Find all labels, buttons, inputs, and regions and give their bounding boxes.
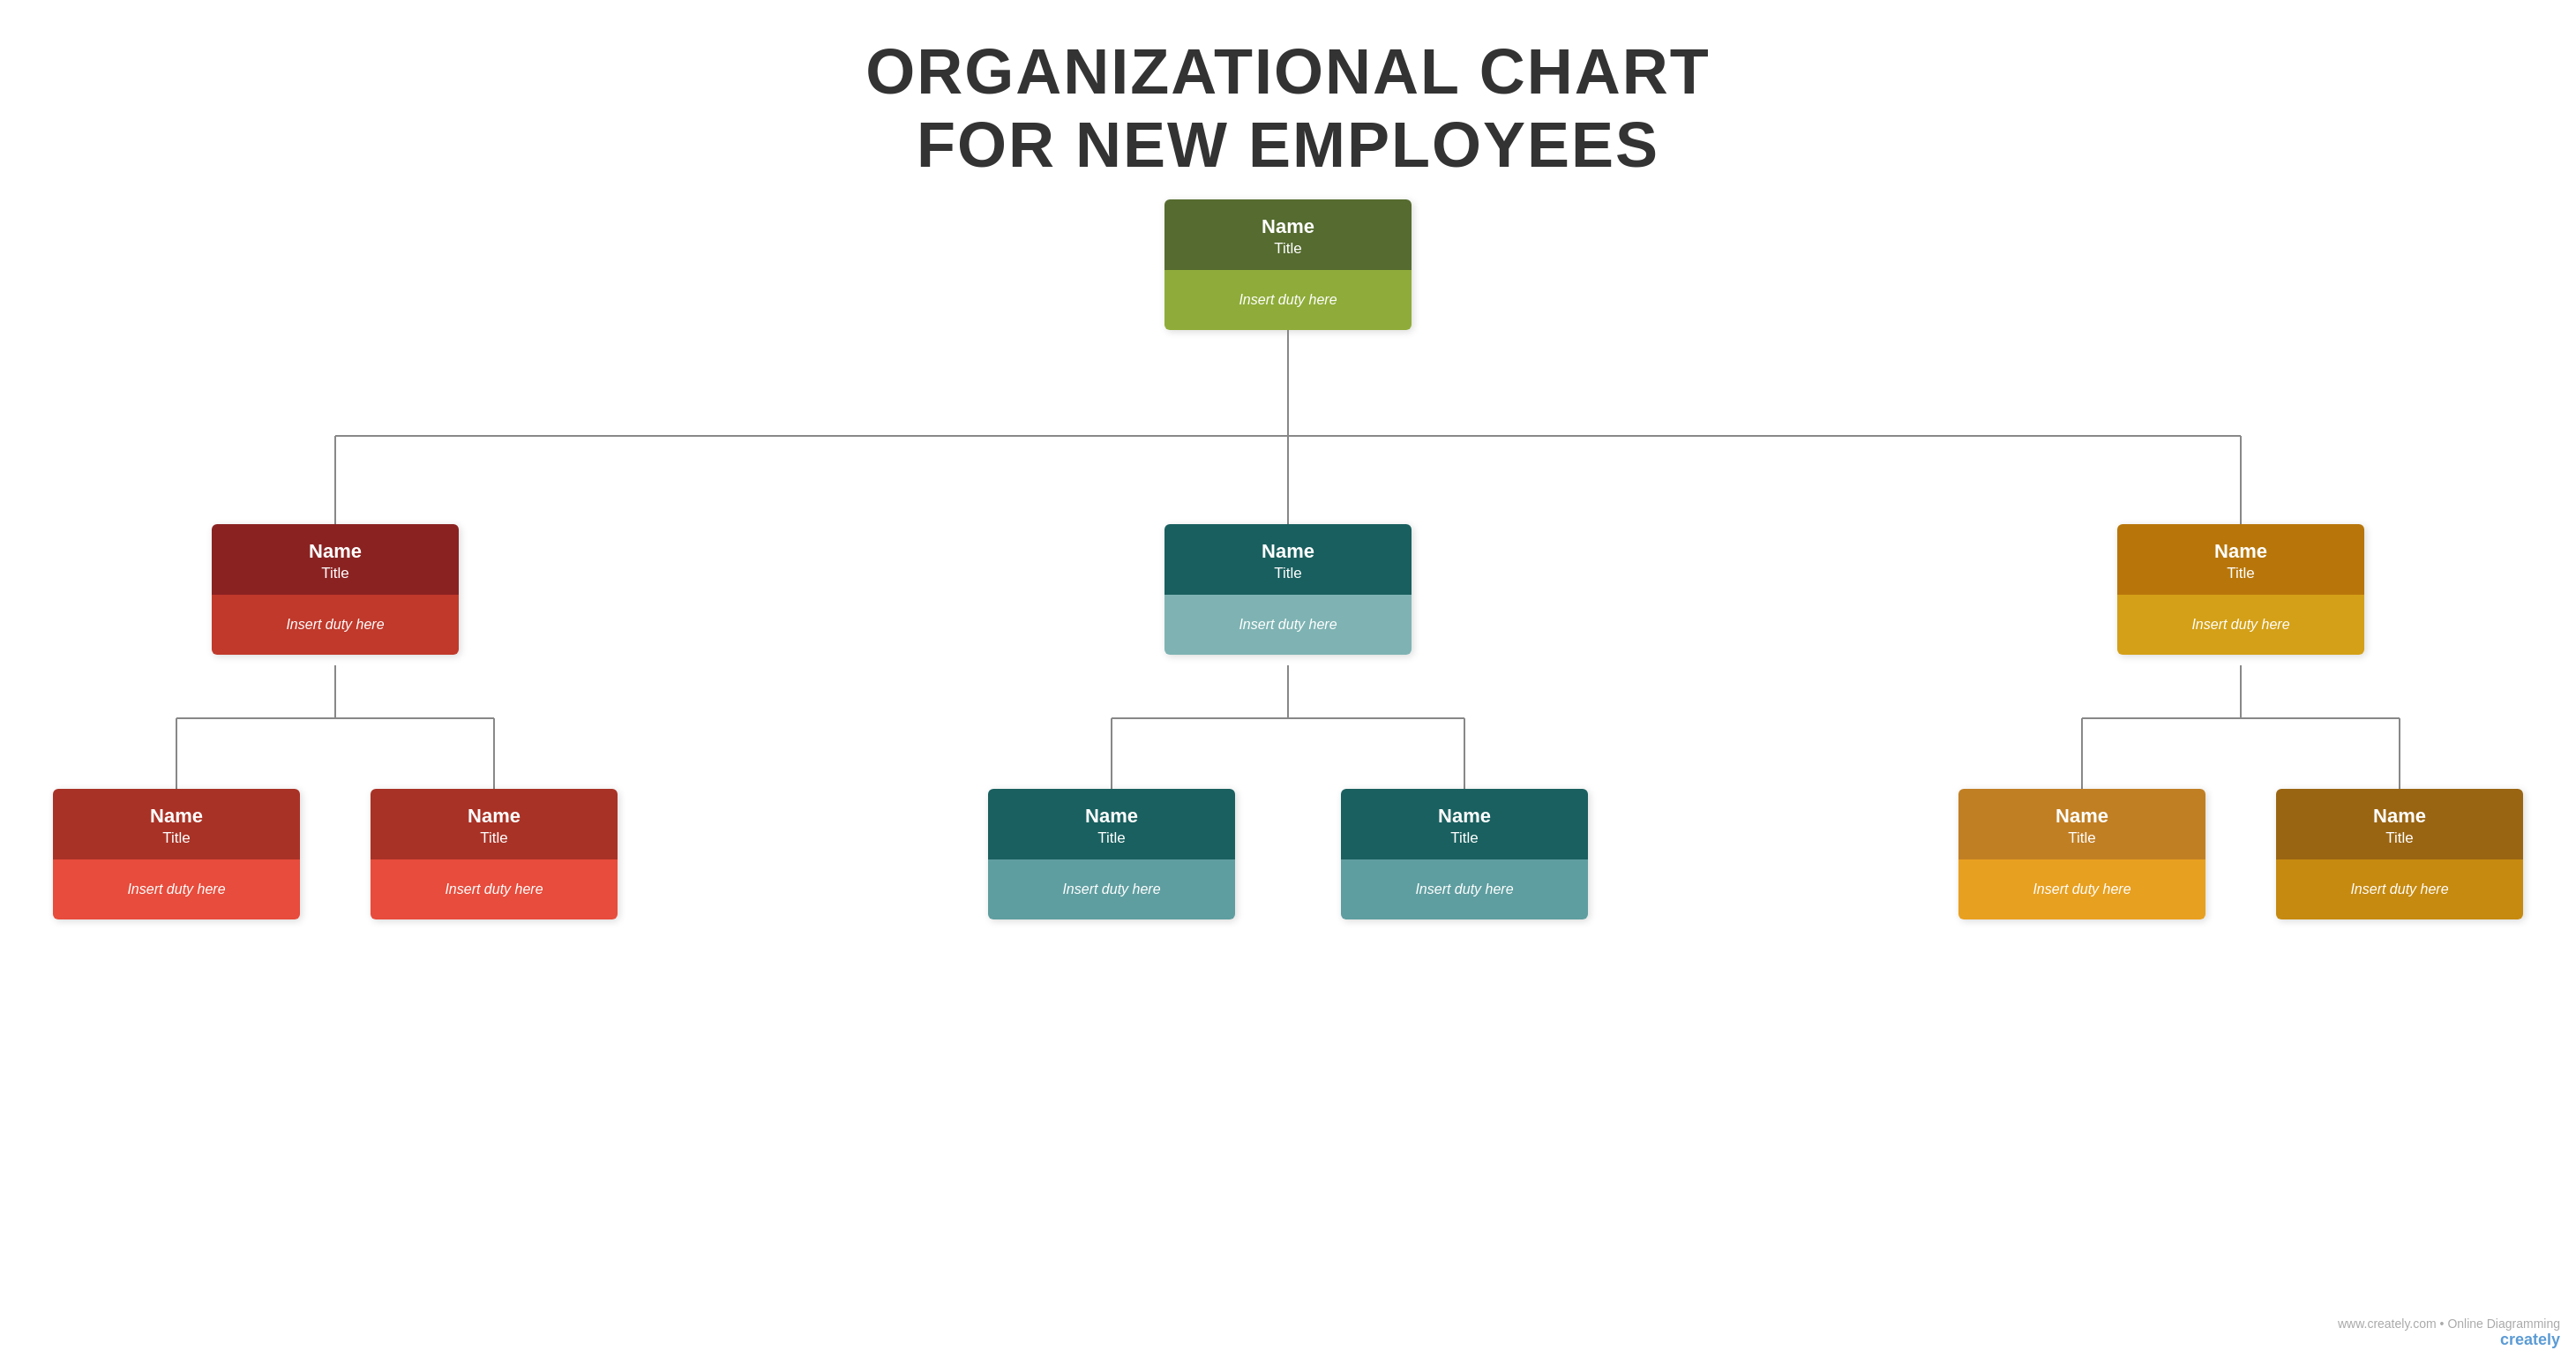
page-title: ORGANIZATIONAL CHART FOR NEW EMPLOYEES	[0, 0, 2576, 199]
node-l1-right: Name Title Insert duty here	[2117, 524, 2364, 655]
watermark: www.creately.com • Online Diagramming cr…	[2338, 1317, 2560, 1349]
node-l2-ll: Name Title Insert duty here	[53, 789, 300, 919]
node-l1-left: Name Title Insert duty here	[212, 524, 459, 655]
node-l2-rl: Name Title Insert duty here	[1958, 789, 2205, 919]
node-l2-cr: Name Title Insert duty here	[1341, 789, 1588, 919]
node-root: Name Title Insert duty here	[1164, 199, 1412, 330]
node-l2-rr: Name Title Insert duty here	[2276, 789, 2523, 919]
node-l2-lr: Name Title Insert duty here	[371, 789, 618, 919]
node-l2-cl: Name Title Insert duty here	[988, 789, 1235, 919]
node-l1-center: Name Title Insert duty here	[1164, 524, 1412, 655]
org-chart: Name Title Insert duty here	[0, 199, 2576, 1124]
